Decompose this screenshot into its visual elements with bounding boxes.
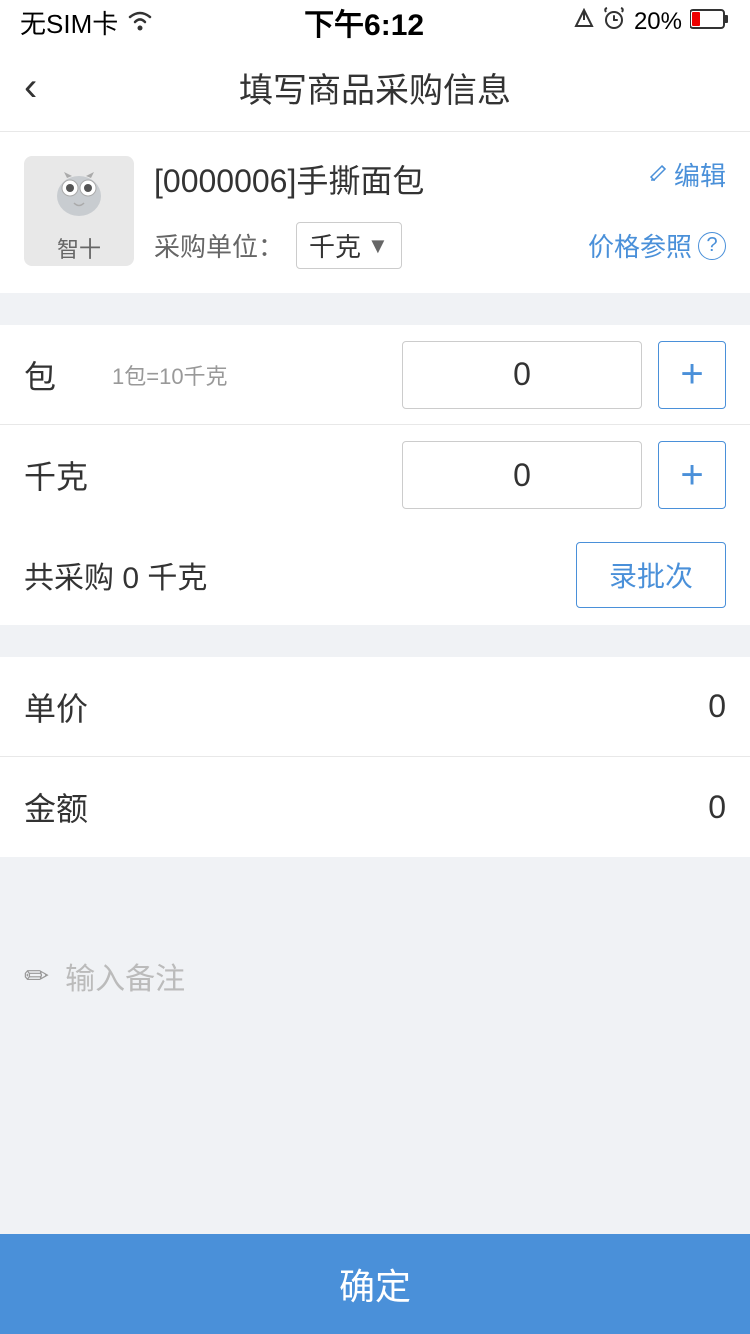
- bag-plus-icon: +: [680, 352, 703, 397]
- alarm-icon: [602, 7, 626, 38]
- edit-button[interactable]: 编辑: [648, 156, 726, 193]
- logo-text: 智十: [57, 232, 101, 264]
- kg-plus-button[interactable]: +: [658, 441, 726, 509]
- summary-row: 共采购 0 千克 录批次: [0, 525, 750, 625]
- note-icon: ✏: [24, 959, 49, 994]
- wifi-icon: [126, 7, 154, 38]
- price-ref-label: 价格参照: [588, 227, 692, 264]
- unit-price-label: 单价: [24, 684, 88, 730]
- edit-label: 编辑: [674, 156, 726, 193]
- confirm-button[interactable]: 确定: [0, 1234, 750, 1334]
- product-card: 智十 [0000006]手撕面包 编辑 采购单位： 千克: [0, 132, 750, 293]
- location-icon: [574, 8, 594, 37]
- section-divider-2: [0, 625, 750, 641]
- status-right: 20%: [574, 7, 730, 38]
- page-title: 填写商品采购信息: [239, 63, 511, 112]
- section-divider-1: [0, 309, 750, 325]
- kg-plus-icon: +: [680, 453, 703, 498]
- unit-price-value: 0: [708, 688, 726, 725]
- amount-row: 金额 0: [0, 757, 750, 857]
- back-button[interactable]: ‹: [24, 65, 37, 110]
- bag-label: 包: [24, 352, 104, 398]
- amount-label: 金额: [24, 784, 88, 830]
- unit-select[interactable]: 千克 ▼: [296, 222, 402, 269]
- kg-row: 千克 +: [0, 425, 750, 525]
- note-section[interactable]: ✏ 输入备注: [0, 857, 750, 1096]
- product-thumbnail: 智十: [24, 156, 134, 266]
- spacer: [0, 1096, 750, 1235]
- unit-value: 千克: [309, 227, 361, 264]
- nav-bar: ‹ 填写商品采购信息: [0, 44, 750, 132]
- note-placeholder: 输入备注: [65, 954, 185, 998]
- bag-plus-button[interactable]: +: [658, 341, 726, 409]
- kg-label: 千克: [24, 452, 104, 498]
- carrier-text: 无SIM卡: [20, 4, 118, 41]
- batch-button[interactable]: 录批次: [576, 542, 726, 608]
- battery-text: 20%: [634, 8, 682, 36]
- unit-arrow: ▼: [367, 233, 389, 259]
- price-reference-button[interactable]: 价格参照 ?: [588, 227, 726, 264]
- kg-quantity-input[interactable]: [402, 441, 642, 509]
- status-bar: 无SIM卡 下午6:12 20%: [0, 0, 750, 44]
- price-section: 单价 0 金额 0: [0, 657, 750, 857]
- quantity-form: 包 1包=10千克 + 千克 +: [0, 325, 750, 525]
- bag-row: 包 1包=10千克 +: [0, 325, 750, 425]
- unit-label: 采购单位：: [154, 227, 284, 264]
- battery-icon: [690, 8, 730, 37]
- amount-value: 0: [708, 789, 726, 826]
- bag-sublabel: 1包=10千克: [112, 359, 228, 391]
- price-ref-icon: ?: [698, 232, 726, 260]
- product-name: [0000006]手撕面包: [154, 156, 424, 202]
- status-left: 无SIM卡: [20, 4, 154, 41]
- status-time: 下午6:12: [304, 0, 424, 44]
- summary-text: 共采购 0 千克: [24, 553, 207, 597]
- product-info: [0000006]手撕面包 编辑 采购单位： 千克 ▼: [154, 156, 726, 269]
- unit-price-row: 单价 0: [0, 657, 750, 757]
- edit-icon: [648, 159, 670, 190]
- bag-quantity-input[interactable]: [402, 341, 642, 409]
